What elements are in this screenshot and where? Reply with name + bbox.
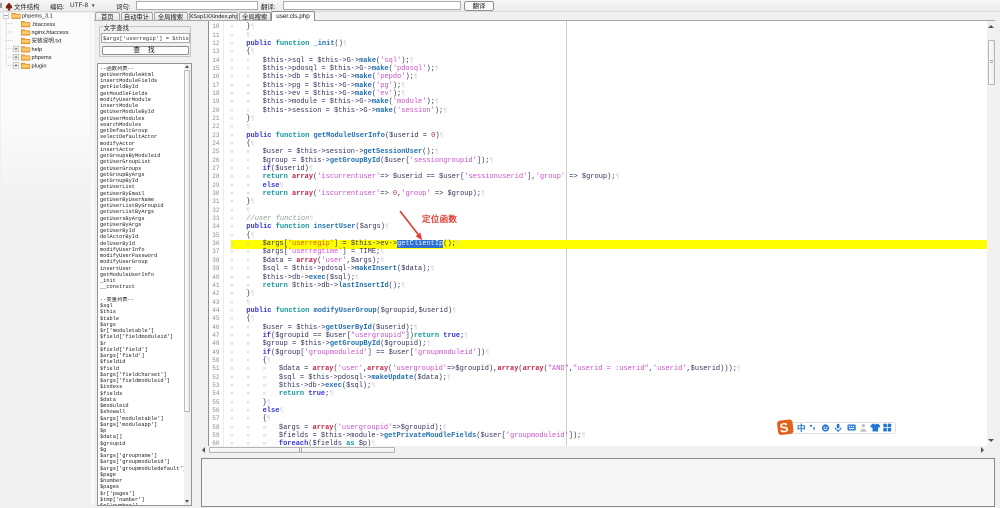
svg-text:help: help [32,47,43,53]
svg-text:phpems: phpems [32,55,52,61]
svg-text:.htaccess: .htaccess [32,22,56,28]
svg-text:nginx.htaccess: nginx.htaccess [32,30,69,36]
svg-text:安装说明.txt: 安装说明.txt [32,37,62,45]
svg-text:plugin: plugin [32,64,47,70]
svg-text:phpems_3.1: phpems_3.1 [22,14,53,20]
svg-text:中: 中 [797,423,806,433]
